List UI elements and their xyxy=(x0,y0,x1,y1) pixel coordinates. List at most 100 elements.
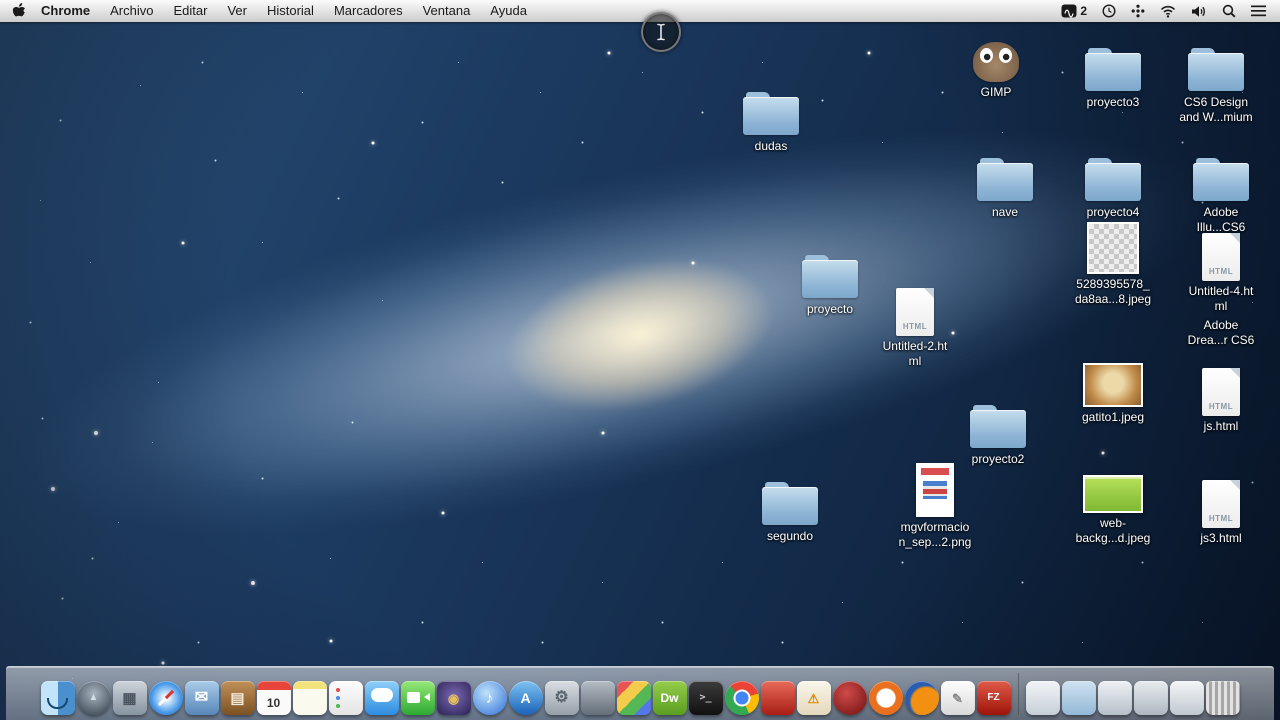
dock-item-chrome[interactable] xyxy=(724,681,759,715)
desktop-icon-html-js3[interactable]: HTML js3.html xyxy=(1173,480,1269,546)
dock-item-minimized-window-2[interactable] xyxy=(1133,681,1168,715)
dock-item-contacts[interactable]: ▤ xyxy=(220,681,255,715)
keyboard-access-menu[interactable] xyxy=(1131,4,1145,18)
dock-item-glyph: ✎ xyxy=(952,690,963,706)
folder-icon xyxy=(1193,158,1249,202)
menu-item-ver[interactable]: Ver xyxy=(217,0,257,22)
dock-item-red-app[interactable] xyxy=(760,681,795,715)
dock-item-stack-documents[interactable] xyxy=(1025,681,1060,715)
cursor-highlight-ring xyxy=(641,12,681,52)
dock-item-safari[interactable] xyxy=(148,681,183,715)
dock-item-notes[interactable] xyxy=(292,681,327,715)
menu-item-editar[interactable]: Editar xyxy=(163,0,217,22)
desktop-icon-app-gimp[interactable]: GIMP xyxy=(948,42,1044,100)
input-source-menu[interactable]: 2 xyxy=(1061,4,1087,18)
menu-item-marcadores[interactable]: Marcadores xyxy=(324,0,413,22)
menu-item-ventana[interactable]: Ventana xyxy=(413,0,481,22)
spotlight-menu[interactable] xyxy=(1222,4,1236,18)
dock: ▲ ▦ ✉ ▤ 10 ◉ ♪ A ⚙ Dw >_ ⚠ ✎ FZ xyxy=(6,666,1274,720)
desktop-icon-image-web-background[interactable]: web- backg...d.jpeg xyxy=(1065,475,1161,546)
dock-item-messages[interactable] xyxy=(364,681,399,715)
dock-item-stack-downloads[interactable] xyxy=(1061,681,1096,715)
desktop-icon-image-5289395578[interactable]: 5289395578_ da8aa...8.jpeg xyxy=(1065,222,1161,307)
clock-menu[interactable] xyxy=(1102,4,1116,18)
dock-item-orange-ring-app[interactable] xyxy=(868,681,903,715)
dock-item-textedit[interactable]: ✎ xyxy=(940,681,975,715)
desktop-icon-html-js[interactable]: HTML js.html xyxy=(1173,368,1269,434)
desktop-icon-folder-cs6-design[interactable]: CS6 Design and W...mium xyxy=(1168,48,1264,125)
dock-item-glyph: ♪ xyxy=(485,689,494,707)
desktop-icon-folder-proyecto[interactable]: proyecto xyxy=(782,255,878,317)
dock-item-photo-booth[interactable]: ◉ xyxy=(436,681,471,715)
dock-items: ▲ ▦ ✉ ▤ 10 ◉ ♪ A ⚙ Dw >_ ⚠ ✎ FZ xyxy=(6,667,1274,720)
desktop-icon-folder-adobe-illustrator[interactable]: Adobe Illu...CS6 xyxy=(1173,158,1269,235)
dock-item-facetime[interactable] xyxy=(400,681,435,715)
dock-item-dreamweaver[interactable]: Dw xyxy=(652,681,687,715)
dock-item-firefox[interactable] xyxy=(904,681,939,715)
desktop-icon-image-gatito1[interactable]: gatito1.jpeg xyxy=(1065,363,1161,425)
dock-item-glyph: ⚙ xyxy=(554,689,569,706)
html-file-icon: HTML xyxy=(1202,480,1240,528)
dock-item-glyph: FZ xyxy=(987,692,1000,703)
dock-item-trash[interactable] xyxy=(1205,681,1240,715)
menu-item-archivo[interactable]: Archivo xyxy=(100,0,163,22)
dock-item-paint-app[interactable] xyxy=(616,681,651,715)
list-menu-icon xyxy=(1251,5,1266,17)
dock-item-glyph: ✉ xyxy=(194,689,209,706)
dock-item-glyph: A xyxy=(520,690,531,706)
dock-item-app-store[interactable]: A xyxy=(508,681,543,715)
desktop-icon-label: js3.html xyxy=(1200,531,1242,545)
desktop-icon-label: dudas xyxy=(754,139,788,153)
html-file-icon: HTML xyxy=(1202,368,1240,416)
menu-bar-menus: Chrome Archivo Editar Ver Historial Marcador… xyxy=(39,0,537,22)
notification-center-menu[interactable] xyxy=(1251,5,1266,17)
menu-app-name[interactable]: Chrome xyxy=(39,0,100,22)
desktop-icon-folder-segundo[interactable]: segundo xyxy=(742,482,838,544)
desktop-icon-image-mgvformacion[interactable]: mgvformacio n_sep...2.png xyxy=(887,463,983,550)
dock-item-mail[interactable]: ✉ xyxy=(184,681,219,715)
dock-item-launchpad[interactable]: ▲ xyxy=(76,681,111,715)
volume-menu[interactable] xyxy=(1191,5,1207,18)
menu-bar: Chrome Archivo Editar Ver Historial Marcador… xyxy=(0,0,1280,22)
dock-item-terminal[interactable]: >_ xyxy=(688,681,723,715)
wifi-menu[interactable] xyxy=(1160,5,1176,18)
desktop-icon-folder-dudas[interactable]: dudas xyxy=(723,92,819,154)
dock-item-finder[interactable] xyxy=(40,681,75,715)
menu-bar-status-area: 2 xyxy=(1061,0,1280,22)
desktop-icon-label: segundo xyxy=(766,529,814,543)
desktop-icon-label: js.html xyxy=(1203,419,1239,433)
desktop-icon-folder-proyecto3[interactable]: proyecto3 xyxy=(1065,48,1161,110)
desktop-icon-folder-proyecto2[interactable]: proyecto2 xyxy=(950,405,1046,467)
dock-item-minimized-window-3[interactable] xyxy=(1169,681,1204,715)
folder-icon xyxy=(1188,48,1244,92)
folder-icon xyxy=(762,482,818,526)
apple-logo-icon xyxy=(12,3,25,17)
desktop-icon-label: proyecto xyxy=(806,302,854,316)
dock-item-itunes[interactable]: ♪ xyxy=(472,681,507,715)
dock-item-mission-control[interactable]: ▦ xyxy=(112,681,147,715)
dock-separator xyxy=(1017,673,1019,715)
html-file-icon: HTML xyxy=(1202,233,1240,281)
desktop-icon-html-untitled-2[interactable]: HTML Untitled-2.ht ml xyxy=(867,288,963,369)
image-thumbnail xyxy=(1083,363,1143,407)
dock-item-system-preferences[interactable]: ⚙ xyxy=(544,681,579,715)
menu-item-ayuda[interactable]: Ayuda xyxy=(480,0,537,22)
dock-item-dark-red-app[interactable] xyxy=(832,681,867,715)
desktop-icon-html-untitled-4[interactable]: HTML Untitled-4.ht ml xyxy=(1173,233,1269,314)
desktop-icon-label: proyecto3 xyxy=(1086,95,1140,109)
dock-item-gray-utility-app[interactable] xyxy=(580,681,615,715)
dock-item-calendar[interactable]: 10 xyxy=(256,681,291,715)
dock-item-warning-app[interactable]: ⚠ xyxy=(796,681,831,715)
desktop-icon-label: GIMP xyxy=(980,85,1012,99)
apple-menu[interactable] xyxy=(0,3,39,19)
dock-item-reminders[interactable] xyxy=(328,681,363,715)
desktop-icon-label-adobe-dreamweaver[interactable]: Adobe Drea...r CS6 xyxy=(1173,315,1269,348)
menu-item-historial[interactable]: Historial xyxy=(257,0,324,22)
dock-item-minimized-window-1[interactable] xyxy=(1097,681,1132,715)
desktop-icon-label: nave xyxy=(991,205,1019,219)
html-badge-label: HTML xyxy=(902,322,928,331)
desktop-icon-folder-nave[interactable]: nave xyxy=(957,158,1053,220)
dock-item-filezilla[interactable]: FZ xyxy=(976,681,1011,715)
desktop-icon-label: Untitled-4.ht ml xyxy=(1188,284,1254,313)
desktop-icon-folder-proyecto4[interactable]: proyecto4 xyxy=(1065,158,1161,220)
